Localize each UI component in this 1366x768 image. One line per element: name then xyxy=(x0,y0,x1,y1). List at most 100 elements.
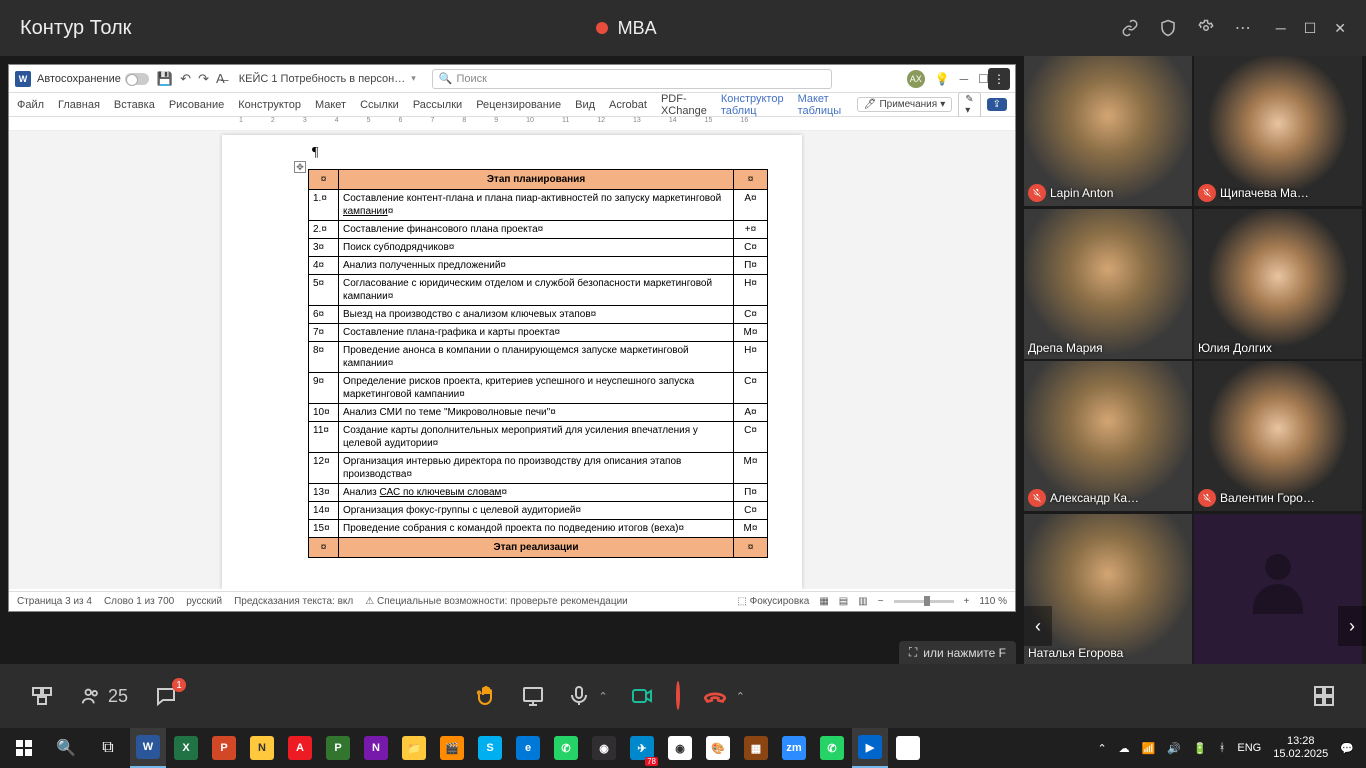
hangup-chevron[interactable]: ⌃ xyxy=(736,690,745,703)
document-area[interactable]: ¶ ✥ ¤ Этап планирования ¤ 1.¤Составление… xyxy=(9,131,1015,589)
table-row[interactable]: 3¤Поиск субподрядчиков¤С¤ xyxy=(309,239,768,257)
word-taskbar[interactable]: W xyxy=(130,728,166,768)
table-row[interactable]: 15¤Проведение собрания с командой проект… xyxy=(309,520,768,538)
acrobat-taskbar[interactable]: A xyxy=(282,728,318,768)
undo-icon[interactable]: ↶ xyxy=(180,71,191,86)
tab-review[interactable]: Рецензирование xyxy=(476,99,561,111)
search-button[interactable]: 🔍 xyxy=(46,728,86,768)
tab-insert[interactable]: Вставка xyxy=(114,99,155,111)
table-row[interactable]: 8¤Проведение анонса в компании о планиру… xyxy=(309,342,768,373)
ruler[interactable]: 12345678910111213141516 xyxy=(9,117,1015,131)
table-row[interactable]: 4¤Анализ полученных предложений¤П¤ xyxy=(309,257,768,275)
tray-battery-icon[interactable]: 🔋 xyxy=(1193,742,1207,755)
page-count[interactable]: Страница 3 из 4 xyxy=(17,596,92,607)
zoom-in[interactable]: + xyxy=(964,596,970,607)
view-print-icon[interactable]: ▦ xyxy=(819,596,828,607)
mic-button[interactable] xyxy=(567,684,591,708)
table-row[interactable]: 13¤Анализ САС по ключевым словам¤П¤ xyxy=(309,484,768,502)
tray-chevron[interactable]: ⌃ xyxy=(1097,742,1106,755)
whatsapp2-taskbar[interactable]: ✆ xyxy=(814,728,850,768)
table-row[interactable]: 10¤Анализ СМИ по теме "Микроволновые печ… xyxy=(309,404,768,422)
chat-button[interactable]: 1 xyxy=(154,684,178,708)
excel-taskbar[interactable]: X xyxy=(168,728,204,768)
lang-indicator[interactable]: русский xyxy=(186,596,222,607)
zoom-out[interactable]: − xyxy=(878,596,884,607)
lightbulb-icon[interactable]: 💡 xyxy=(935,72,950,86)
raise-hand-button[interactable] xyxy=(475,684,499,708)
share-button[interactable]: ⇪ xyxy=(987,98,1007,111)
project-taskbar[interactable]: P xyxy=(320,728,356,768)
tab-table-design[interactable]: Конструктор таблиц xyxy=(721,93,784,117)
zoom-slider[interactable] xyxy=(894,600,954,603)
focus-mode[interactable]: ⬚ Фокусировка xyxy=(737,596,809,607)
hangup-button[interactable] xyxy=(702,683,728,709)
powerpoint-taskbar[interactable]: P xyxy=(206,728,242,768)
search-input[interactable]: 🔍 Поиск xyxy=(432,69,832,89)
tab-design[interactable]: Конструктор xyxy=(238,99,301,111)
word-count[interactable]: Слово 1 из 700 xyxy=(104,596,174,607)
clear-format-icon[interactable]: A̶ xyxy=(216,71,225,86)
tray-volume-icon[interactable]: 🔊 xyxy=(1167,742,1181,755)
chrome-taskbar[interactable]: ◉ xyxy=(662,728,698,768)
prev-page-button[interactable]: ‹ xyxy=(1024,606,1052,646)
participants-button[interactable]: 25 xyxy=(80,685,128,707)
onenote-taskbar[interactable]: N xyxy=(358,728,394,768)
edge-taskbar[interactable]: e xyxy=(510,728,546,768)
tab-layout[interactable]: Макет xyxy=(315,99,346,111)
tray-notifications-icon[interactable]: 💬 xyxy=(1340,742,1354,755)
more-icon[interactable]: ⋯ xyxy=(1235,18,1251,38)
app1-taskbar[interactable]: ▦ xyxy=(738,728,774,768)
maximize-button[interactable]: ☐ xyxy=(1304,20,1317,37)
notes-taskbar[interactable]: N xyxy=(244,728,280,768)
taskview-button[interactable]: ⧉ xyxy=(88,728,128,768)
obs-taskbar[interactable]: ◉ xyxy=(586,728,622,768)
table-row[interactable]: 12¤Организация интервью директора по про… xyxy=(309,453,768,484)
grid-view-button[interactable] xyxy=(1312,684,1336,708)
tray-lang[interactable]: ENG xyxy=(1237,742,1261,754)
layout-icon[interactable] xyxy=(30,684,54,708)
participant-tile[interactable] xyxy=(1194,514,1362,664)
link-icon[interactable] xyxy=(1121,19,1139,37)
view-read-icon[interactable]: ▤ xyxy=(839,596,848,607)
whatsapp-taskbar[interactable]: ✆ xyxy=(548,728,584,768)
telegram-taskbar[interactable]: ✈78 xyxy=(624,728,660,768)
screenshare-button[interactable] xyxy=(521,684,545,708)
table-row[interactable]: 14¤Организация фокус-группы с целевой ау… xyxy=(309,502,768,520)
zoom-value[interactable]: 110 % xyxy=(979,596,1007,607)
dropdown-icon[interactable]: ▾ xyxy=(411,73,416,84)
participant-tile[interactable]: Lapin Anton xyxy=(1024,56,1192,206)
table-row[interactable]: 7¤Составление плана-графика и карты прое… xyxy=(309,324,768,342)
kontur-taskbar[interactable]: ▶ xyxy=(852,728,888,768)
mpc-taskbar[interactable]: 🎬 xyxy=(434,728,470,768)
word-minimize[interactable]: ─ xyxy=(960,72,969,86)
close-button[interactable]: ✕ xyxy=(1334,20,1346,37)
redo-icon[interactable]: ↷ xyxy=(198,71,209,86)
table-row[interactable]: 5¤Согласование с юридическим отделом и с… xyxy=(309,275,768,306)
participant-tile[interactable]: Щипачева Ма… xyxy=(1194,56,1362,206)
next-page-button[interactable]: › xyxy=(1338,606,1366,646)
shield-icon[interactable] xyxy=(1159,19,1177,37)
user-avatar[interactable]: АХ xyxy=(907,70,925,88)
tray-cloud-icon[interactable]: ☁ xyxy=(1119,742,1130,755)
save-icon[interactable]: 💾 xyxy=(157,71,173,86)
tab-draw[interactable]: Рисование xyxy=(169,99,224,111)
participant-tile[interactable]: Дрепа Мария xyxy=(1024,209,1192,359)
edit-mode-button[interactable]: ✎ ▾ xyxy=(958,92,980,118)
table-row[interactable]: 6¤Выезд на производство с анализом ключе… xyxy=(309,306,768,324)
tab-refs[interactable]: Ссылки xyxy=(360,99,399,111)
gear-icon[interactable] xyxy=(1197,19,1215,37)
tab-acrobat[interactable]: Acrobat xyxy=(609,99,647,111)
participant-tile[interactable]: Юлия Долгих xyxy=(1194,209,1362,359)
tab-pdfx[interactable]: PDF-XChange xyxy=(661,93,707,117)
participant-tile[interactable]: Александр Ка… xyxy=(1024,361,1192,511)
tab-view[interactable]: Вид xyxy=(575,99,595,111)
tray-wifi-icon[interactable]: 📶 xyxy=(1142,742,1156,755)
zoom-taskbar[interactable]: zm xyxy=(776,728,812,768)
table-anchor-icon[interactable]: ✥ xyxy=(294,161,306,173)
tab-mail[interactable]: Рассылки xyxy=(413,99,462,111)
camera-button[interactable] xyxy=(630,684,654,708)
tab-file[interactable]: Файл xyxy=(17,99,44,111)
record-button[interactable] xyxy=(676,683,680,709)
tray-bluetooth-icon[interactable]: ᚼ xyxy=(1219,742,1226,754)
paint-taskbar[interactable]: 🎨 xyxy=(700,728,736,768)
